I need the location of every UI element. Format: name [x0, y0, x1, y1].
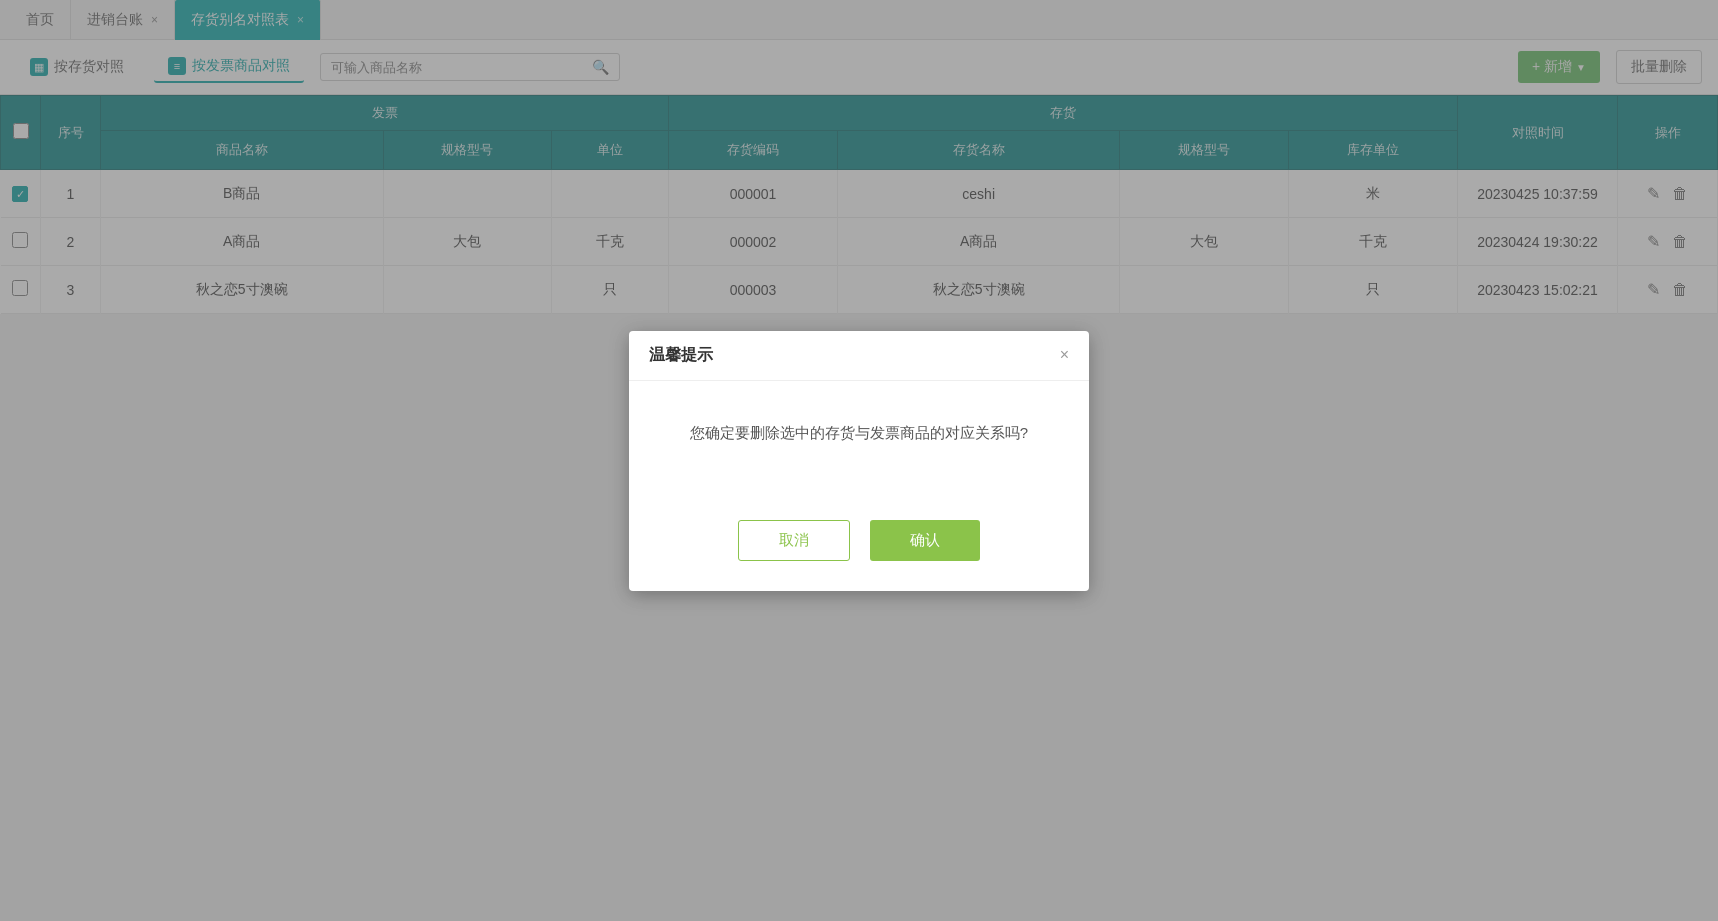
modal-overlay: 温馨提示 × 您确定要删除选中的存货与发票商品的对应关系吗? 取消 确认 [0, 0, 1718, 314]
